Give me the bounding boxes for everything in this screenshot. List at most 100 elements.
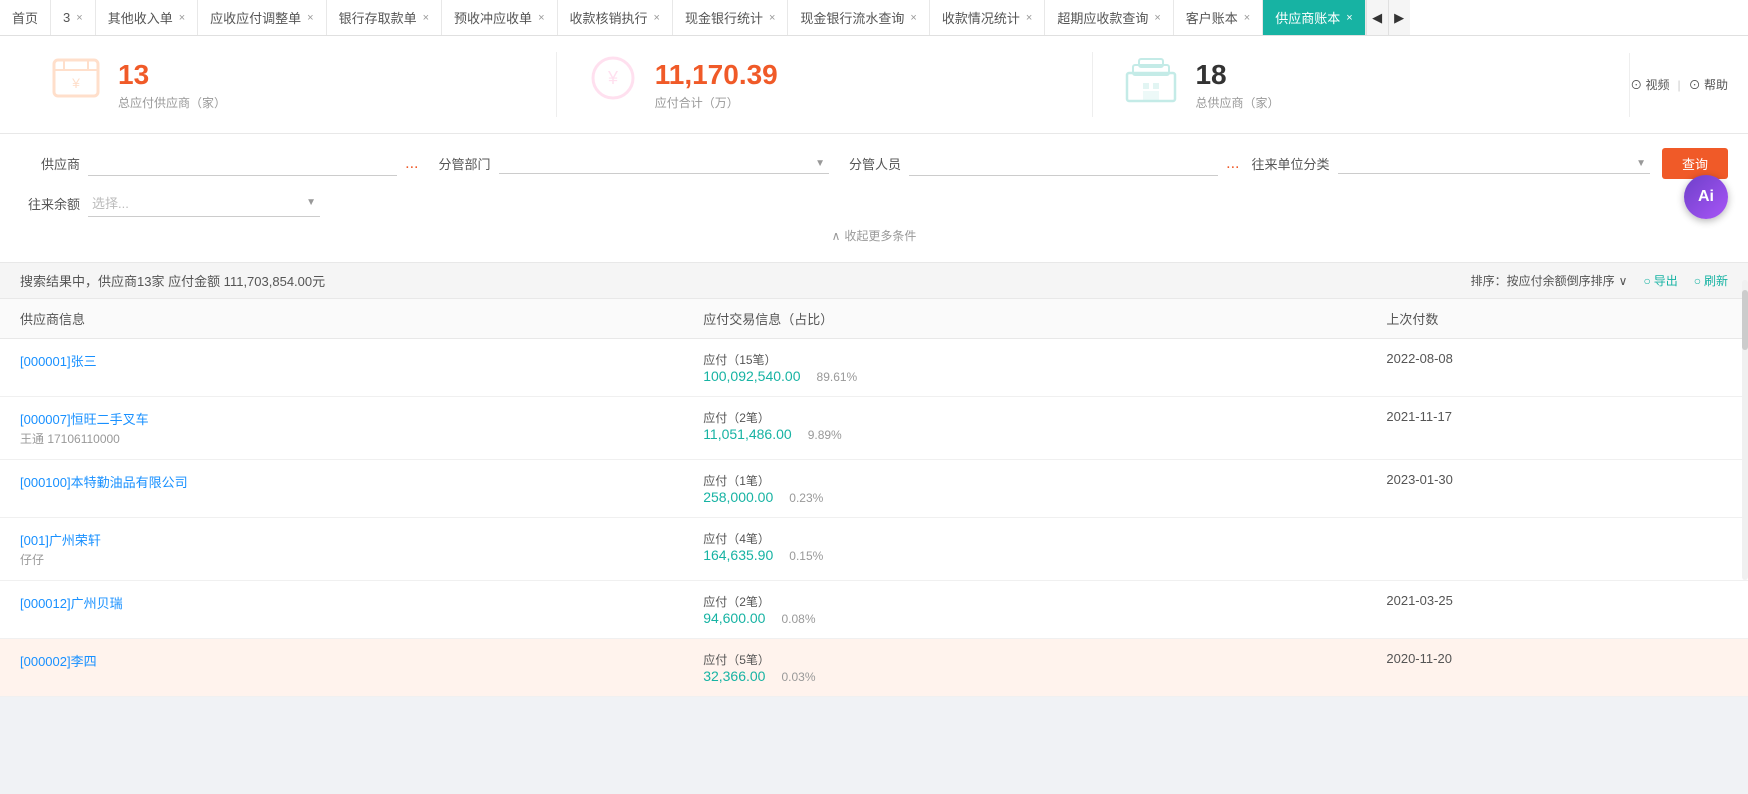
sort-label: 排序：按应付余额倒序排序 (1471, 272, 1615, 289)
nav-item-customer-ledger[interactable]: 客户账本 × (1174, 0, 1263, 36)
export-label: 导出 (1654, 272, 1678, 289)
category-select[interactable]: ▼ (1338, 154, 1650, 174)
supplier-info-cell: [000100]本特勤油品有限公司 (20, 472, 703, 493)
help-link[interactable]: ⊙ 帮助 (1689, 76, 1728, 93)
nav-item-overdue-ar[interactable]: 超期应收款查询 × (1045, 0, 1173, 36)
nav-item-bank-deposit[interactable]: 银行存取款单 × (327, 0, 442, 36)
close-icon[interactable]: × (1244, 12, 1250, 24)
close-icon[interactable]: × (423, 12, 429, 24)
stat-info-payable-total: 11,170.39 应付合计（万） (655, 58, 778, 111)
filter-category: 往来单位分类 ▼ (1252, 154, 1651, 174)
refresh-button[interactable]: ○ 刷新 (1694, 272, 1728, 289)
supplier-link[interactable]: [000001]张三 (20, 354, 97, 369)
tx-amount[interactable]: 11,051,486.00 (703, 426, 792, 442)
balance-dropdown-icon[interactable]: ▼ (306, 197, 316, 208)
result-actions: 排序：按应付余额倒序排序 ∨ ○ 导出 ○ 刷新 (1471, 272, 1728, 289)
col-tx-info: 应付交易信息（占比） (703, 309, 1386, 328)
sort-button[interactable]: 排序：按应付余额倒序排序 ∨ (1471, 272, 1628, 289)
close-icon[interactable]: × (307, 12, 313, 24)
tx-row: 258,000.00 0.23% (703, 489, 1386, 505)
close-icon[interactable]: × (538, 12, 544, 24)
close-icon[interactable]: × (1154, 12, 1160, 24)
nav-item-label: 首页 (12, 8, 38, 27)
supplier-dots-icon[interactable]: ... (405, 155, 418, 173)
tx-label: 应付（2笔） (703, 593, 1386, 610)
nav-item-label: 其他收入单 (108, 8, 173, 27)
nav-item-cash-bank-stat[interactable]: 现金银行统计 × (673, 0, 788, 36)
tx-label: 应付（4笔） (703, 530, 1386, 547)
supplier-link[interactable]: [000012]广州贝瑞 (20, 596, 123, 611)
tx-label: 应付（1笔） (703, 472, 1386, 489)
nav-item-other-income[interactable]: 其他收入单 × (96, 0, 198, 36)
person-label: 分管人员 (841, 154, 901, 173)
tx-amount[interactable]: 258,000.00 (703, 489, 773, 505)
last-pay-date: 2023-01-30 (1386, 472, 1453, 487)
header-actions: ⊙ 视频 | ⊙ 帮助 (1630, 76, 1728, 93)
scrollbar-track[interactable] (1742, 280, 1748, 580)
close-icon[interactable]: × (1346, 12, 1352, 24)
balance-select[interactable]: 选择... ▼ (88, 189, 320, 217)
payable-total-number: 11,170.39 (655, 58, 778, 92)
tx-amount[interactable]: 100,092,540.00 (703, 368, 800, 384)
nav-prev-arrow[interactable]: ◀ (1366, 0, 1388, 36)
tx-pct: 0.03% (781, 670, 815, 684)
stat-item-total-suppliers: 18 总供应商（家） (1093, 53, 1630, 117)
supplier-link[interactable]: [000100]本特勤油品有限公司 (20, 475, 188, 490)
table-row: [000001]张三 应付（15笔） 100,092,540.00 89.61%… (0, 339, 1748, 397)
nav-item-label: 现金银行统计 (685, 8, 763, 27)
close-icon[interactable]: × (769, 12, 775, 24)
close-icon[interactable]: × (76, 12, 82, 24)
nav-item-supplier-ledger[interactable]: 供应商账本 × (1263, 0, 1365, 36)
video-link[interactable]: ⊙ 视频 (1630, 76, 1669, 93)
table-row: [001]广州荣轩 仔仔 应付（4笔） 164,635.90 0.15% (0, 518, 1748, 581)
close-icon[interactable]: × (654, 12, 660, 24)
nav-item-home[interactable]: 首页 (0, 0, 51, 36)
nav-item-prepaid-ar[interactable]: 预收冲应收单 × (442, 0, 557, 36)
supplier-link[interactable]: [000002]李四 (20, 654, 97, 669)
collapse-icon: ∧ (832, 229, 841, 243)
scrollbar-thumb[interactable] (1742, 290, 1748, 350)
nav-item-label: 应收应付调整单 (210, 8, 301, 27)
nav-next-arrow[interactable]: ▶ (1388, 0, 1410, 36)
nav-item-label: 3 (63, 10, 70, 25)
tx-label: 应付（2笔） (703, 409, 1386, 426)
dept-dropdown-icon[interactable]: ▼ (815, 158, 825, 169)
person-dots-icon[interactable]: ... (1226, 155, 1239, 173)
dept-select[interactable]: ▼ (499, 154, 830, 174)
supplier-link[interactable]: [001]广州荣轩 (20, 533, 101, 548)
nav-item-cash-flow-query[interactable]: 现金银行流水查询 × (788, 0, 929, 36)
stat-item-payable-total: ¥ 11,170.39 应付合计（万） (557, 52, 1094, 117)
close-icon[interactable]: × (910, 12, 916, 24)
collapse-label: 收起更多条件 (844, 227, 916, 244)
nav-item-ar-ap-adjust[interactable]: 应收应付调整单 × (198, 0, 326, 36)
category-dropdown-icon[interactable]: ▼ (1636, 158, 1646, 169)
search-button[interactable]: 查询 (1662, 148, 1728, 179)
close-icon[interactable]: × (1026, 12, 1032, 24)
payable-suppliers-label: 总应付供应商（家） (118, 94, 226, 111)
tx-label: 应付（15笔） (703, 351, 1386, 368)
table-header: 供应商信息 应付交易信息（占比） 上次付数 (0, 299, 1748, 339)
tx-amount[interactable]: 94,600.00 (703, 610, 765, 626)
nav-item-label: 现金银行流水查询 (800, 8, 904, 27)
nav-item-3[interactable]: 3 × (51, 0, 96, 36)
last-pay-cell: 2022-08-08 (1386, 351, 1728, 366)
supplier-link[interactable]: [000007]恒旺二手叉车 (20, 412, 149, 427)
balance-label: 往来余额 (20, 194, 80, 213)
export-icon: ○ (1643, 274, 1650, 288)
export-button[interactable]: ○ 导出 (1643, 272, 1677, 289)
tx-row: 164,635.90 0.15% (703, 547, 1386, 563)
person-input[interactable] (909, 152, 1218, 176)
supplier-input[interactable] (88, 152, 397, 176)
last-pay-cell: 2020-11-20 (1386, 651, 1728, 666)
nav-item-payment-stat[interactable]: 收款情况统计 × (930, 0, 1045, 36)
collapse-button[interactable]: ∧ 收起更多条件 (20, 227, 1728, 244)
stat-info-total-suppliers: 18 总供应商（家） (1195, 58, 1279, 111)
close-icon[interactable]: × (179, 12, 185, 24)
nav-bar: 首页 3 × 其他收入单 × 应收应付调整单 × 银行存取款单 × 预收冲应收单… (0, 0, 1748, 36)
tx-pct: 0.08% (781, 612, 815, 626)
tx-amount[interactable]: 164,635.90 (703, 547, 773, 563)
tx-amount[interactable]: 32,366.00 (703, 668, 765, 684)
nav-item-payment-verify[interactable]: 收款核销执行 × (558, 0, 673, 36)
ai-badge[interactable]: Ai (1684, 175, 1728, 219)
nav-item-label: 收款情况统计 (942, 8, 1020, 27)
